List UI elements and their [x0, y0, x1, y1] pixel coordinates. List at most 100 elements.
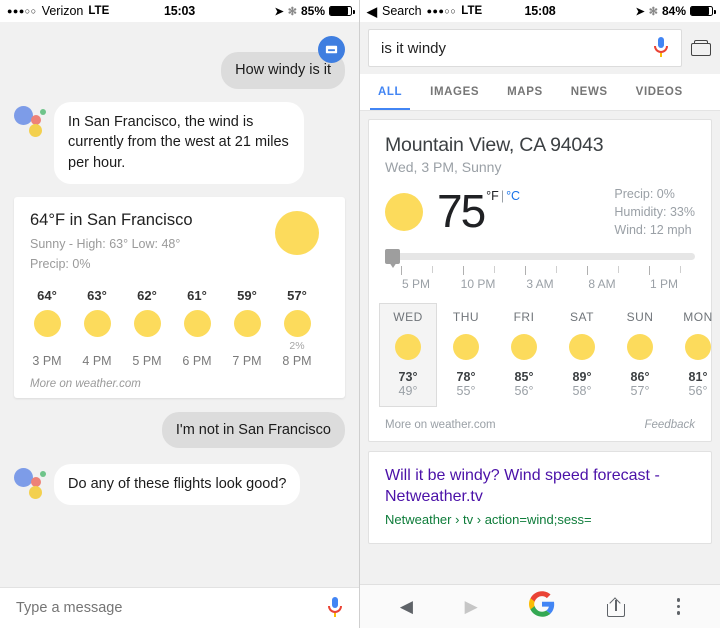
daily-item-sat[interactable]: SAT 89° 58°	[553, 303, 611, 407]
result-url: Netweather › tv › action=wind;sess=	[385, 511, 592, 527]
search-box[interactable]: is it windy	[368, 29, 682, 67]
hourly-time: 7 PM	[232, 353, 262, 368]
sun-icon	[395, 334, 421, 361]
unit-celsius[interactable]: °C	[506, 189, 520, 203]
google-logo-icon[interactable]	[529, 590, 555, 623]
day-name: WED	[393, 310, 423, 325]
daily-item-thu[interactable]: THU 78° 55°	[437, 303, 495, 407]
slider-handle[interactable]	[385, 249, 400, 269]
location-arrow-icon: ➤	[635, 5, 645, 18]
chat-bubble-assistant: In San Francisco, the wind is currently …	[54, 101, 304, 184]
daily-item-wed[interactable]: WED 73° 49°	[379, 303, 437, 408]
forward-arrow-icon: ▶	[464, 596, 478, 616]
left-status-bar: ●●●○○ Verizon LTE 15:03 ➤ ✻ 85%	[0, 0, 359, 22]
daily-item-fri[interactable]: FRI 85° 56°	[495, 303, 553, 407]
tab-maps[interactable]: MAPS	[493, 74, 557, 110]
dual-screenshot: ●●●○○ Verizon LTE 15:03 ➤ ✻ 85% How wind…	[0, 0, 720, 628]
hourly-temp: 63°	[87, 287, 107, 303]
day-low: 56°	[688, 384, 708, 399]
result-title[interactable]: Will it be windy? Wind speed forecast - …	[385, 466, 695, 508]
day-high: 89°	[572, 370, 592, 385]
daily-item-mon[interactable]: MON 81° 56°	[669, 303, 720, 407]
hourly-item: 59° 7 PM	[222, 288, 272, 368]
day-low: 58°	[572, 384, 592, 399]
time-slider[interactable]: 5 PM 10 PM 3 AM 8 AM 1 PM	[369, 239, 711, 291]
sun-icon	[133, 309, 161, 337]
tab-all[interactable]: ALL	[364, 74, 416, 110]
message-row-assistant: Do any of these flights look good?	[0, 464, 359, 505]
slider-label: 5 PM	[401, 277, 430, 292]
feedback-link[interactable]: Feedback	[644, 419, 695, 431]
slider-label: 8 AM	[588, 277, 616, 292]
hourly-time: 5 PM	[132, 353, 162, 368]
bluetooth-icon: ✻	[648, 5, 658, 18]
message-row-assistant: In San Francisco, the wind is currently …	[0, 101, 359, 184]
search-results[interactable]: Mountain View, CA 94043 Wed, 3 PM, Sunny…	[360, 111, 720, 593]
day-low: 56°	[514, 384, 534, 399]
unit-toggle[interactable]: °F | °C	[486, 185, 520, 203]
day-low: 55°	[456, 384, 476, 399]
tab-videos[interactable]: VIDEOS	[622, 74, 697, 110]
kebab-menu-icon[interactable]	[676, 598, 681, 615]
chat-bubble-assistant: Do any of these flights look good?	[54, 464, 301, 505]
daily-item-sun[interactable]: SUN 86° 57°	[611, 303, 669, 407]
hourly-item: 64° 3 PM	[22, 288, 72, 368]
slider-track[interactable]	[385, 249, 695, 269]
unit-fahrenheit[interactable]: °F	[486, 189, 499, 203]
share-icon[interactable]	[606, 596, 625, 617]
assistant-weather-card[interactable]: 64°F in San Francisco Sunny - High: 63° …	[14, 196, 345, 398]
search-tabs: ALL IMAGES MAPS NEWS VIDEOS	[360, 74, 720, 111]
wind-value: Wind: 12 mph	[614, 223, 692, 238]
day-name: MON	[683, 310, 713, 325]
hourly-time: 6 PM	[182, 353, 212, 368]
weather-datetime: Wed, 3 PM, Sunny	[385, 159, 502, 175]
sun-icon	[283, 309, 311, 337]
hourly-precip	[172, 340, 222, 354]
hourly-temp: 62°	[137, 287, 157, 303]
hourly-temp: 57°	[287, 287, 307, 303]
battery-percent-label: 85%	[300, 4, 325, 18]
hourly-item: 61° 6 PM	[172, 288, 222, 368]
google-mic-icon[interactable]	[327, 596, 343, 620]
google-assistant-logo-icon	[14, 104, 50, 138]
hourly-temp: 61°	[187, 287, 207, 303]
slider-label: 1 PM	[649, 277, 678, 292]
right-status-bar: ◀ Search ●●●○○ LTE 15:08 ➤ ✻ 84%	[360, 0, 720, 22]
message-input[interactable]	[16, 600, 327, 616]
day-low: 57°	[630, 384, 650, 399]
hourly-precip	[222, 340, 272, 354]
day-name: THU	[452, 310, 480, 325]
day-low: 49°	[398, 384, 418, 399]
back-arrow-icon[interactable]: ◀	[400, 597, 413, 617]
precip-value: Precip: 0%	[614, 187, 675, 201]
hourly-precip	[122, 340, 172, 354]
slider-label: 3 AM	[526, 277, 554, 292]
daily-forecast-list: WED 73° 49° THU 78° 55° FRI 85° 56° SAT …	[369, 291, 712, 408]
battery-percent-label: 84%	[661, 4, 686, 18]
tab-news[interactable]: NEWS	[557, 74, 622, 110]
weather-more-link[interactable]: More on weather.com	[14, 368, 345, 390]
weather-location: Mountain View, CA 94043	[385, 134, 604, 156]
google-mic-icon[interactable]	[653, 36, 669, 60]
google-search-screen: ◀ Search ●●●○○ LTE 15:08 ➤ ✻ 84% is it w…	[360, 0, 720, 628]
chat-scroll[interactable]: How windy is it In San Francisco, the wi…	[0, 22, 359, 587]
weather-knowledge-card: Mountain View, CA 94043 Wed, 3 PM, Sunny…	[368, 119, 712, 443]
unit-separator: |	[500, 189, 505, 203]
tab-images[interactable]: IMAGES	[416, 74, 493, 110]
sun-icon	[233, 309, 261, 337]
location-arrow-icon: ➤	[274, 5, 284, 18]
browser-tabs-icon[interactable]	[690, 37, 712, 59]
sun-icon	[627, 334, 653, 361]
hourly-temp: 64°	[37, 287, 57, 303]
slider-label: 10 PM	[460, 277, 496, 292]
hourly-item: 63° 4 PM	[72, 288, 122, 368]
hourly-time: 3 PM	[32, 353, 62, 368]
hourly-item: 62° 5 PM	[122, 288, 172, 368]
chat-area: How windy is it In San Francisco, the wi…	[0, 22, 359, 628]
organic-result[interactable]: Will it be windy? Wind speed forecast - …	[368, 451, 712, 544]
slider-ticks	[385, 266, 695, 276]
hourly-item: 57° 2% 8 PM	[272, 288, 322, 368]
search-input[interactable]: is it windy	[381, 40, 645, 57]
hourly-forecast-list: 64° 3 PM 63° 4 PM 62° 5 PM 61° 6 PM 59° …	[14, 274, 345, 368]
weather-more-link[interactable]: More on weather.com	[385, 419, 496, 431]
